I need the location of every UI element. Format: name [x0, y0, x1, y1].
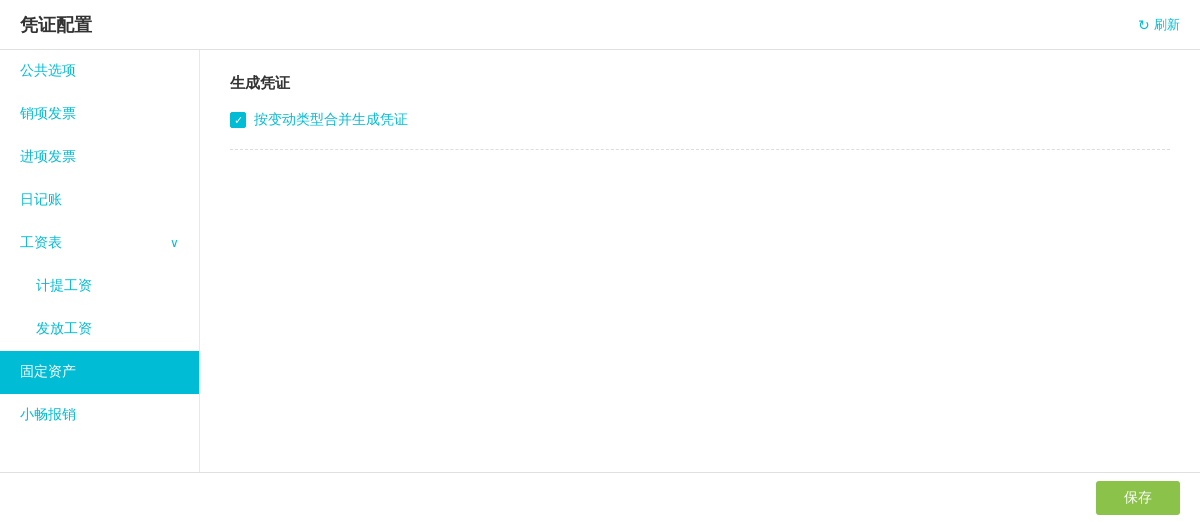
page-title: 凭证配置	[20, 13, 92, 37]
chevron-down-icon: ∨	[170, 236, 179, 250]
sidebar-item-distribute[interactable]: 发放工资	[0, 308, 199, 351]
section-title: 生成凭证	[230, 74, 1170, 93]
sidebar-item-label: 日记账	[20, 191, 62, 209]
checkbox-label[interactable]: 按变动类型合并生成凭证	[254, 111, 408, 129]
sidebar-item-payroll[interactable]: 工资表 ∨	[0, 222, 199, 265]
sidebar: 公共选项销项发票进项发票日记账工资表 ∨ 计提工资发放工资固定资产小畅报销	[0, 50, 200, 472]
page-footer: 保存	[0, 472, 1200, 522]
sidebar-item-sales-invoice[interactable]: 销项发票	[0, 93, 199, 136]
sidebar-item-label: 小畅报销	[20, 406, 76, 424]
sidebar-item-commission[interactable]: 计提工资	[0, 265, 199, 308]
sidebar-item-label: 发放工资	[36, 320, 92, 338]
sidebar-item-label: 销项发票	[20, 105, 76, 123]
save-button[interactable]: 保存	[1096, 481, 1180, 515]
content-area: 生成凭证 ✓ 按变动类型合并生成凭证	[200, 50, 1200, 472]
check-icon: ✓	[234, 115, 243, 126]
sidebar-item-label: 进项发票	[20, 148, 76, 166]
sidebar-item-label: 计提工资	[36, 277, 92, 295]
sidebar-item-expense-report[interactable]: 小畅报销	[0, 394, 199, 437]
refresh-label: 刷新	[1154, 16, 1180, 34]
sidebar-item-public-options[interactable]: 公共选项	[0, 50, 199, 93]
main-container: 公共选项销项发票进项发票日记账工资表 ∨ 计提工资发放工资固定资产小畅报销 生成凭证…	[0, 50, 1200, 472]
sidebar-item-journal[interactable]: 日记账	[0, 179, 199, 222]
merge-checkbox[interactable]: ✓	[230, 112, 246, 128]
sidebar-item-label: 公共选项	[20, 62, 76, 80]
refresh-icon: ↻	[1138, 17, 1150, 33]
section-divider	[230, 149, 1170, 150]
sidebar-item-fixed-assets[interactable]: 固定资产	[0, 351, 199, 394]
sidebar-item-label: 工资表	[20, 234, 62, 252]
page-header: 凭证配置 ↻ 刷新	[0, 0, 1200, 50]
checkbox-row: ✓ 按变动类型合并生成凭证	[230, 111, 1170, 129]
sidebar-item-label: 固定资产	[20, 363, 76, 381]
refresh-button[interactable]: ↻ 刷新	[1138, 16, 1180, 34]
sidebar-item-purchase-invoice[interactable]: 进项发票	[0, 136, 199, 179]
